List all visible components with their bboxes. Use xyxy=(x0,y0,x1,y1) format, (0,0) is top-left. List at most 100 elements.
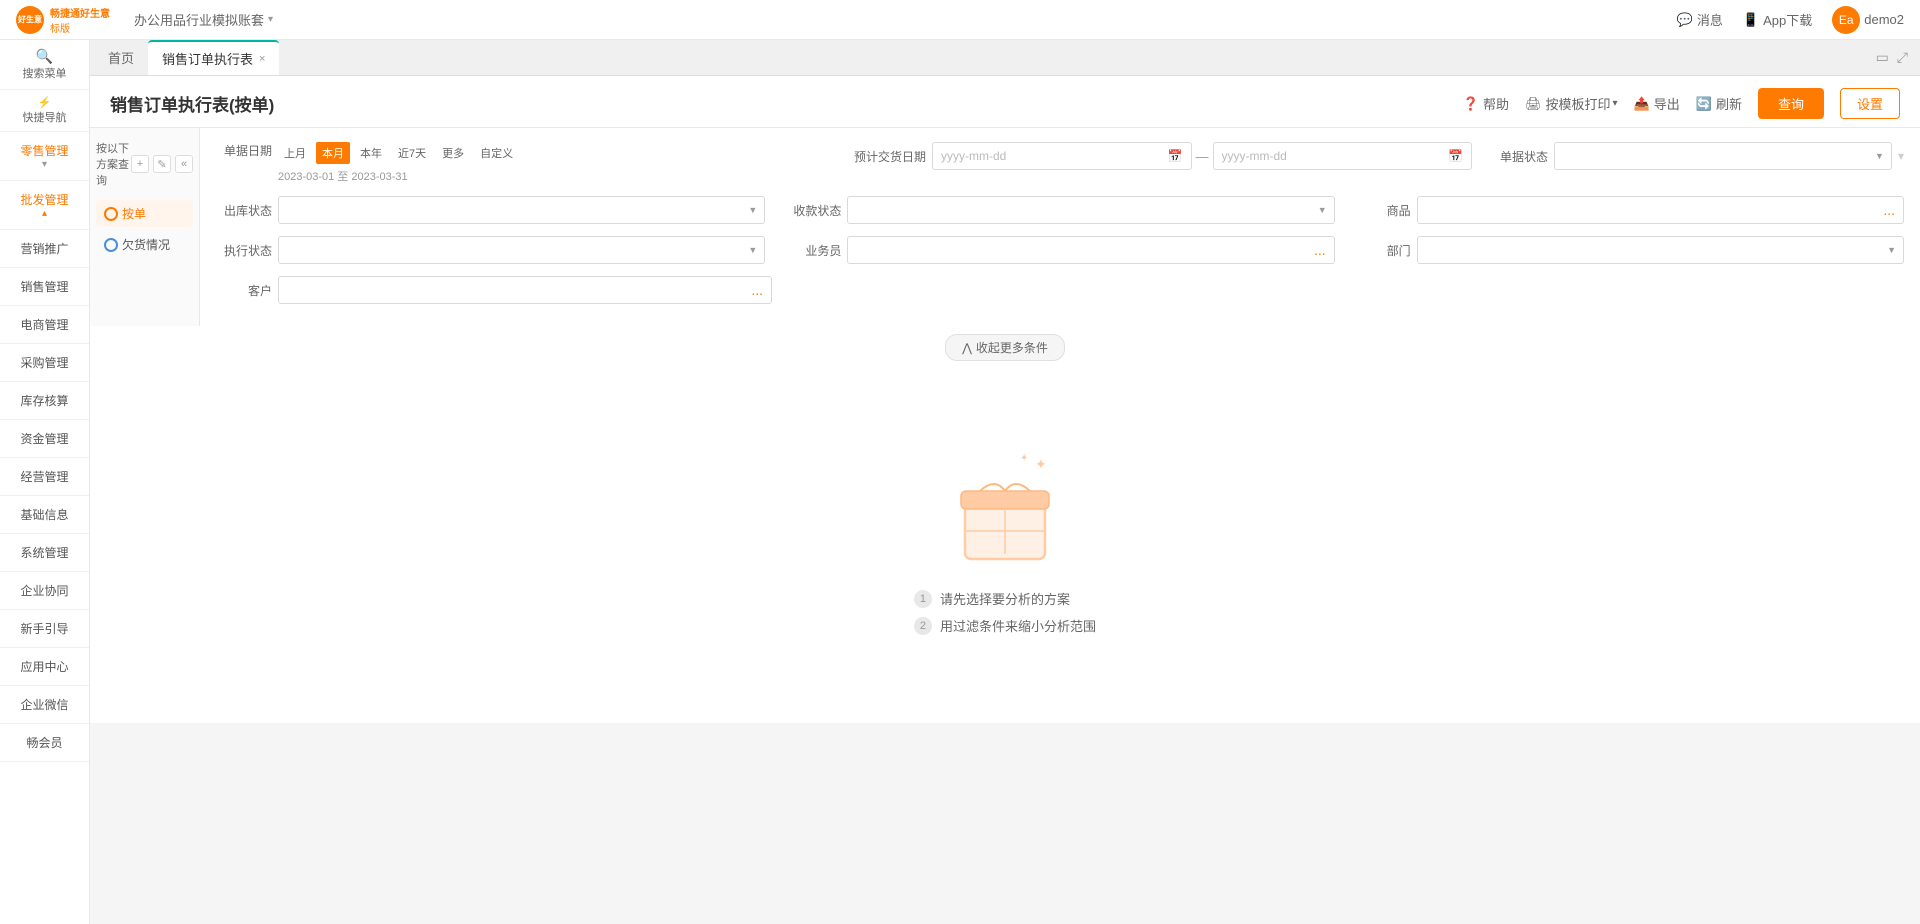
logo-area: 好生意 畅捷通好生意 标版 xyxy=(16,5,110,35)
salesperson-ellipsis[interactable]: ... xyxy=(1314,242,1326,258)
print-dropdown-arrow[interactable]: ▾ xyxy=(1613,98,1618,109)
filter-row-1: 单据日期 上月 本月 本年 近7天 更多 自定义 xyxy=(216,142,1904,184)
page-inner: 销售订单执行表(按单) ❓ 帮助 🖨 按模板打印 ▾ xyxy=(90,76,1920,723)
product-ellipsis[interactable]: ... xyxy=(1883,202,1895,218)
empty-svg: ✦ ✦ xyxy=(945,449,1065,569)
filter-sidebar-icons: + ✎ « xyxy=(131,155,193,173)
sidebar-item-retail[interactable]: 零售管理 ▾ xyxy=(0,132,89,181)
app-download-button[interactable]: 📱 App下载 xyxy=(1743,10,1812,29)
sidebar-item-sales[interactable]: 销售管理 xyxy=(0,268,89,306)
tab-close-btn[interactable]: × xyxy=(259,53,265,65)
sidebar-item-ecommerce[interactable]: 电商管理 xyxy=(0,306,89,344)
dept-select[interactable] xyxy=(1417,236,1904,264)
collapse-bar: ⋀ 收起更多条件 xyxy=(90,326,1920,369)
logo-icon-text: 好生意 xyxy=(18,14,42,25)
filter-row-2: 出库状态 已出库 未出库 部分出库 xyxy=(216,196,1904,224)
sidebar-item-operations[interactable]: 经营管理 xyxy=(0,458,89,496)
tab-restore-btn[interactable]: ▭ xyxy=(1876,49,1889,66)
date-tab-more[interactable]: 更多 xyxy=(436,142,470,164)
dept-select-wrapper xyxy=(1417,236,1904,264)
scheme-order-icon xyxy=(104,207,118,221)
customer-label: 客户 xyxy=(216,282,272,299)
delivery-select-wrapper: 已出库 未出库 部分出库 xyxy=(278,196,765,224)
query-button[interactable]: 查询 xyxy=(1758,88,1824,119)
date-tab-lastmonth[interactable]: 上月 xyxy=(278,142,312,164)
refresh-button[interactable]: 🔄 刷新 xyxy=(1696,94,1742,113)
svg-text:✦: ✦ xyxy=(1020,453,1028,464)
header-left: 好生意 畅捷通好生意 标版 办公用品行业模拟账套 ▾ xyxy=(16,5,273,35)
empty-tip-1: 1 请先选择要分析的方案 xyxy=(914,589,1096,608)
filter-field-dept: 部门 xyxy=(1355,236,1904,264)
filter-sidebar-header: 按以下方案查询 + ✎ « xyxy=(96,140,193,188)
sidebar-item-marketing[interactable]: 营销推广 xyxy=(0,230,89,268)
expected-date-from[interactable]: yyyy-mm-dd 📅 xyxy=(932,142,1192,170)
date-tab-7days[interactable]: 近7天 xyxy=(392,142,432,164)
sidebar-item-wechat[interactable]: 企业微信 xyxy=(0,686,89,724)
exec-select[interactable]: 未执行 部分执行 已执行 xyxy=(278,236,765,264)
header-right: 💬 消息 📱 App下载 Ea demo2 xyxy=(1677,6,1904,34)
sidebar-search[interactable]: 🔍 搜索菜单 xyxy=(0,40,89,90)
tab-home[interactable]: 首页 xyxy=(94,40,148,75)
filter-field-delivery: 出库状态 已出库 未出库 部分出库 xyxy=(216,196,765,224)
filter-scheme-order[interactable]: 按单 xyxy=(96,200,193,227)
sidebar-item-wholesale[interactable]: 批发管理 ▴ xyxy=(0,181,89,230)
sidebar-item-basic[interactable]: 基础信息 xyxy=(0,496,89,534)
sidebar-item-newbie[interactable]: 新手引导 xyxy=(0,610,89,648)
app-selector[interactable]: 办公用品行业模拟账套 ▾ xyxy=(134,10,273,29)
page-content: 销售订单执行表(按单) ❓ 帮助 🖨 按模板打印 ▾ xyxy=(90,76,1920,924)
sidebar-item-purchase[interactable]: 采购管理 xyxy=(0,344,89,382)
date-range-inputs: yyyy-mm-dd 📅 — yyyy-mm-dd 📅 xyxy=(932,142,1472,170)
filter-scheme-shortage[interactable]: 欠货情况 xyxy=(96,231,193,258)
collapse-scheme-btn[interactable]: « xyxy=(175,155,193,173)
page-title: 销售订单执行表(按单) xyxy=(110,91,274,116)
filter-row-4: 客户 ... xyxy=(216,276,1904,304)
filter-form: 单据日期 上月 本月 本年 近7天 更多 自定义 xyxy=(200,128,1920,326)
delivery-select[interactable]: 已出库 未出库 部分出库 xyxy=(278,196,765,224)
collapse-more-btn[interactable]: ⋀ 收起更多条件 xyxy=(945,334,1065,361)
sidebar-quick-nav[interactable]: ⚡ 快捷导航 xyxy=(0,90,89,132)
payment-select-wrapper: 已收款 未收款 部分收款 xyxy=(847,196,1334,224)
sidebar-item-appstore[interactable]: 应用中心 xyxy=(0,648,89,686)
product-input[interactable]: ... xyxy=(1417,196,1904,224)
filter-field-expected-date: 预计交货日期 yyyy-mm-dd 📅 — yyyy-mm-dd xyxy=(854,142,1472,170)
date-tab-thisyear[interactable]: 本年 xyxy=(354,142,388,164)
tab-sales-order[interactable]: 销售订单执行表 × xyxy=(148,40,279,75)
status-dropdown-arrow: ▾ xyxy=(1898,149,1904,163)
sidebar-item-enterprise[interactable]: 企业协同 xyxy=(0,572,89,610)
user-profile[interactable]: Ea demo2 xyxy=(1832,6,1904,34)
customer-input[interactable]: ... xyxy=(278,276,772,304)
print-button[interactable]: 🖨 按模板打印 xyxy=(1525,94,1611,113)
customer-ellipsis[interactable]: ... xyxy=(751,282,763,298)
date-tab-custom[interactable]: 自定义 xyxy=(474,142,519,164)
date-tab-thismonth[interactable]: 本月 xyxy=(316,142,350,164)
status-label: 单据状态 xyxy=(1492,148,1548,165)
sidebar: 🔍 搜索菜单 ⚡ 快捷导航 零售管理 ▾ 批发管理 ▴ 营销推广 销售管理 电商… xyxy=(0,40,90,924)
empty-tip-2: 2 用过滤条件来缩小分析范围 xyxy=(914,616,1096,635)
date-separator: — xyxy=(1196,149,1209,164)
expected-date-to[interactable]: yyyy-mm-dd 📅 xyxy=(1213,142,1473,170)
export-icon: 📤 xyxy=(1634,96,1650,112)
add-scheme-btn[interactable]: + xyxy=(131,155,149,173)
edit-scheme-btn[interactable]: ✎ xyxy=(153,155,171,173)
empty-tips: 1 请先选择要分析的方案 2 用过滤条件来缩小分析范围 xyxy=(914,589,1096,643)
sidebar-item-member[interactable]: 畅会员 xyxy=(0,724,89,762)
avatar: Ea xyxy=(1832,6,1860,34)
help-button[interactable]: ❓ 帮助 xyxy=(1463,94,1509,113)
app-selector-arrow: ▾ xyxy=(268,14,273,25)
filter-field-exec: 执行状态 未执行 部分执行 已执行 xyxy=(216,236,765,264)
messages-button[interactable]: 💬 消息 xyxy=(1677,10,1723,29)
empty-illustration: ✦ ✦ xyxy=(945,449,1065,569)
sidebar-item-inventory[interactable]: 库存核算 xyxy=(0,382,89,420)
sidebar-item-finance[interactable]: 资金管理 xyxy=(0,420,89,458)
export-button[interactable]: 📤 导出 xyxy=(1634,94,1680,113)
top-header: 好生意 畅捷通好生意 标版 办公用品行业模拟账套 ▾ 💬 消息 📱 App下载 … xyxy=(0,0,1920,40)
date-tabs: 上月 本月 本年 近7天 更多 自定义 xyxy=(278,142,834,164)
salesperson-input[interactable]: ... xyxy=(847,236,1334,264)
sidebar-item-system[interactable]: 系统管理 xyxy=(0,534,89,572)
status-select[interactable] xyxy=(1554,142,1892,170)
tab-maximize-btn[interactable]: ⤢ xyxy=(1897,49,1908,66)
payment-select[interactable]: 已收款 未收款 部分收款 xyxy=(847,196,1334,224)
settings-button[interactable]: 设置 xyxy=(1840,88,1900,119)
calendar-icon-to: 📅 xyxy=(1448,149,1463,163)
page-header-actions: ❓ 帮助 🖨 按模板打印 ▾ 📤 导出 xyxy=(1463,88,1900,119)
